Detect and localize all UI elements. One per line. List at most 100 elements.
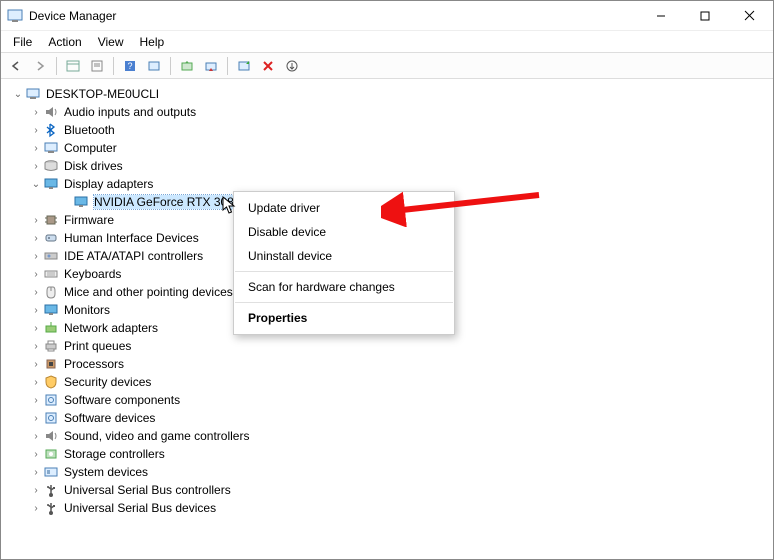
tree-category-label: Software components bbox=[64, 393, 180, 407]
storage-icon bbox=[43, 446, 59, 462]
tree-category[interactable]: ›Audio inputs and outputs bbox=[7, 103, 769, 121]
tree-category[interactable]: › Print queues bbox=[7, 337, 769, 355]
expand-icon[interactable]: › bbox=[29, 251, 43, 262]
disk-icon bbox=[43, 158, 59, 174]
tree-category[interactable]: ›System devices bbox=[7, 463, 769, 481]
tree-category-label: Print queues bbox=[64, 339, 131, 353]
expand-icon[interactable]: › bbox=[29, 287, 43, 298]
close-button[interactable] bbox=[727, 2, 771, 30]
network-icon bbox=[43, 320, 59, 336]
bluetooth-icon bbox=[43, 122, 59, 138]
forward-button[interactable] bbox=[29, 55, 51, 77]
context-menu-separator bbox=[235, 271, 453, 272]
menu-bar: File Action View Help bbox=[1, 31, 773, 53]
tree-category-label: Keyboards bbox=[64, 267, 121, 281]
tree-category-label: Software devices bbox=[64, 411, 155, 425]
expand-icon[interactable]: › bbox=[29, 143, 43, 154]
properties-button[interactable] bbox=[86, 55, 108, 77]
expand-icon[interactable]: ⌄ bbox=[29, 179, 43, 190]
show-hide-tree-button[interactable] bbox=[62, 55, 84, 77]
tree-category[interactable]: › Computer bbox=[7, 139, 769, 157]
collapse-icon[interactable]: ⌄ bbox=[11, 89, 25, 100]
tree-category-label: Disk drives bbox=[64, 159, 123, 173]
tree-category-label: Processors bbox=[64, 357, 124, 371]
tree-category[interactable]: › Sound, video and game controllers bbox=[7, 427, 769, 445]
software-icon bbox=[43, 410, 59, 426]
monitor-icon bbox=[43, 302, 59, 318]
tree-category[interactable]: › Universal Serial Bus devices bbox=[7, 499, 769, 517]
context-menu-separator bbox=[235, 302, 453, 303]
tree-category[interactable]: ›Universal Serial Bus controllers bbox=[7, 481, 769, 499]
cursor-icon bbox=[222, 196, 238, 216]
hid-icon bbox=[43, 230, 59, 246]
add-legacy-button[interactable] bbox=[281, 55, 303, 77]
expand-icon[interactable]: › bbox=[29, 359, 43, 370]
toolbar: ? bbox=[1, 53, 773, 79]
update-driver-button[interactable] bbox=[176, 55, 198, 77]
tree-category[interactable]: › Software components bbox=[7, 391, 769, 409]
tree-root[interactable]: ⌄ DESKTOP-ME0UCLI bbox=[7, 85, 769, 103]
expand-icon[interactable]: › bbox=[29, 341, 43, 352]
monitor-icon bbox=[73, 194, 89, 210]
menu-help[interactable]: Help bbox=[132, 33, 173, 51]
tree-category-label: Network adapters bbox=[64, 321, 158, 335]
speaker-icon bbox=[43, 428, 59, 444]
usb-icon bbox=[43, 500, 59, 516]
minimize-button[interactable] bbox=[639, 2, 683, 30]
expand-icon[interactable]: › bbox=[29, 323, 43, 334]
window-title: Device Manager bbox=[29, 9, 639, 23]
help-button[interactable]: ? bbox=[119, 55, 141, 77]
expand-icon[interactable]: › bbox=[29, 125, 43, 136]
tree-category[interactable]: › Software devices bbox=[7, 409, 769, 427]
tree-category[interactable]: ›Bluetooth bbox=[7, 121, 769, 139]
tree-category-label: Sound, video and game controllers bbox=[64, 429, 249, 443]
tree-category[interactable]: › Security devices bbox=[7, 373, 769, 391]
maximize-button[interactable] bbox=[683, 2, 727, 30]
expand-icon[interactable]: › bbox=[29, 269, 43, 280]
tree-category-label: Computer bbox=[64, 141, 117, 155]
menu-file[interactable]: File bbox=[5, 33, 40, 51]
tree-category[interactable]: › Processors bbox=[7, 355, 769, 373]
scan-hardware-button[interactable] bbox=[143, 55, 165, 77]
tree-category-label: Display adapters bbox=[64, 177, 153, 191]
annotation-arrow-icon bbox=[381, 187, 551, 227]
speaker-icon bbox=[43, 104, 59, 120]
context-menu-item[interactable]: Uninstall device bbox=[234, 244, 454, 268]
expand-icon[interactable]: › bbox=[29, 413, 43, 424]
expand-icon[interactable]: › bbox=[29, 161, 43, 172]
expand-icon[interactable]: › bbox=[29, 449, 43, 460]
tree-root-label: DESKTOP-ME0UCLI bbox=[46, 87, 159, 101]
expand-icon[interactable]: › bbox=[29, 107, 43, 118]
expand-icon[interactable]: › bbox=[29, 503, 43, 514]
cpu-icon bbox=[43, 356, 59, 372]
context-menu-item[interactable]: Scan for hardware changes bbox=[234, 275, 454, 299]
menu-action[interactable]: Action bbox=[40, 33, 89, 51]
tree-category[interactable]: › Disk drives bbox=[7, 157, 769, 175]
disable-device-button[interactable] bbox=[200, 55, 222, 77]
tree-category-label: Monitors bbox=[64, 303, 110, 317]
mouse-icon bbox=[43, 284, 59, 300]
expand-icon[interactable]: › bbox=[29, 431, 43, 442]
keyboard-icon bbox=[43, 266, 59, 282]
expand-icon[interactable]: › bbox=[29, 485, 43, 496]
expand-icon[interactable]: › bbox=[29, 233, 43, 244]
uninstall-device-button[interactable] bbox=[257, 55, 279, 77]
expand-icon[interactable]: › bbox=[29, 377, 43, 388]
back-button[interactable] bbox=[5, 55, 27, 77]
computer-icon bbox=[25, 86, 41, 102]
tree-category-label: Security devices bbox=[64, 375, 151, 389]
app-icon bbox=[7, 8, 23, 24]
enable-device-button[interactable] bbox=[233, 55, 255, 77]
context-menu-item[interactable]: Properties bbox=[234, 306, 454, 330]
expand-icon[interactable]: › bbox=[29, 215, 43, 226]
svg-text:?: ? bbox=[127, 61, 132, 71]
menu-view[interactable]: View bbox=[90, 33, 132, 51]
expand-icon[interactable]: › bbox=[29, 305, 43, 316]
security-icon bbox=[43, 374, 59, 390]
expand-icon[interactable]: › bbox=[29, 467, 43, 478]
expand-icon[interactable]: › bbox=[29, 395, 43, 406]
tree-category-label: Universal Serial Bus devices bbox=[64, 501, 216, 515]
tree-category[interactable]: ›Storage controllers bbox=[7, 445, 769, 463]
tree-category-label: IDE ATA/ATAPI controllers bbox=[64, 249, 203, 263]
monitor-icon bbox=[43, 176, 59, 192]
